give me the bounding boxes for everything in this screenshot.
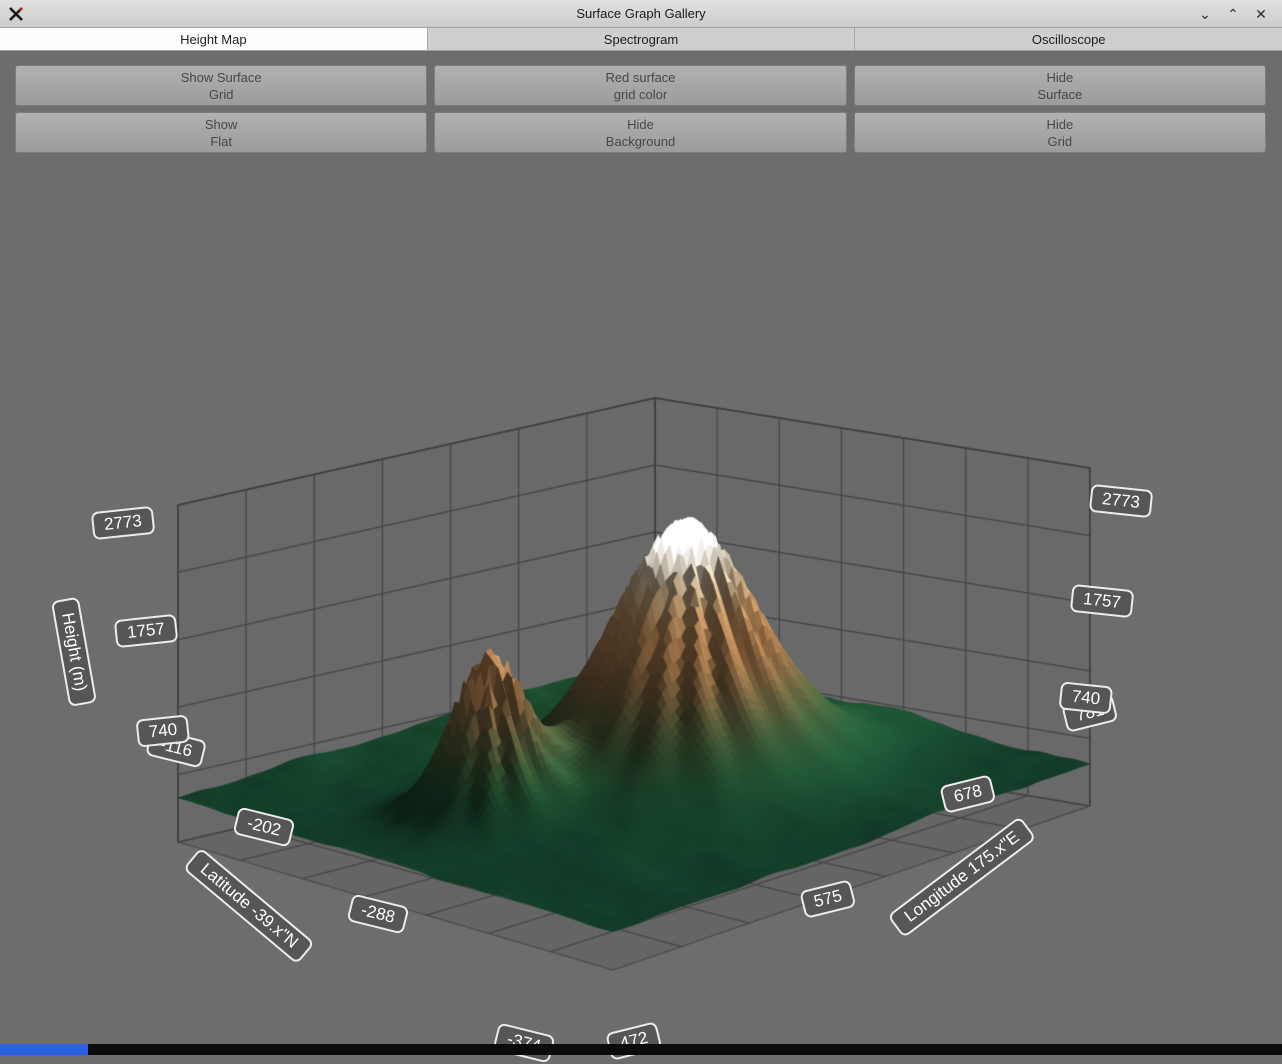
tabbar: Height Map Spectrogram Oscilloscope <box>0 28 1282 51</box>
window-title: Surface Graph Gallery <box>0 6 1282 21</box>
hide-surface-button[interactable]: HideSurface <box>854 65 1266 106</box>
tab-spectrogram[interactable]: Spectrogram <box>428 28 856 50</box>
show-flat-button[interactable]: ShowFlat <box>15 112 427 153</box>
tab-oscilloscope[interactable]: Oscilloscope <box>855 28 1282 50</box>
tab-height-map[interactable]: Height Map <box>0 28 428 50</box>
hide-grid-button[interactable]: HideGrid <box>854 112 1266 153</box>
surface-chart-canvas[interactable] <box>0 0 1282 1055</box>
bottom-bar <box>0 1044 1282 1055</box>
titlebar: Surface Graph Gallery ⌄ ⌃ ✕ <box>0 0 1282 28</box>
taskbar-accent <box>0 1044 88 1055</box>
app-icon[interactable] <box>7 5 25 23</box>
window-controls: ⌄ ⌃ ✕ <box>1198 7 1282 21</box>
shade-button[interactable]: ⌄ <box>1198 7 1212 21</box>
show-surface-grid-button[interactable]: Show SurfaceGrid <box>15 65 427 106</box>
hide-background-button[interactable]: HideBackground <box>434 112 846 153</box>
close-button[interactable]: ✕ <box>1254 7 1268 21</box>
button-grid: Show SurfaceGrid Red surfacegrid color H… <box>15 65 1266 153</box>
red-surface-grid-color-button[interactable]: Red surfacegrid color <box>434 65 846 106</box>
maximize-button[interactable]: ⌃ <box>1226 7 1240 21</box>
